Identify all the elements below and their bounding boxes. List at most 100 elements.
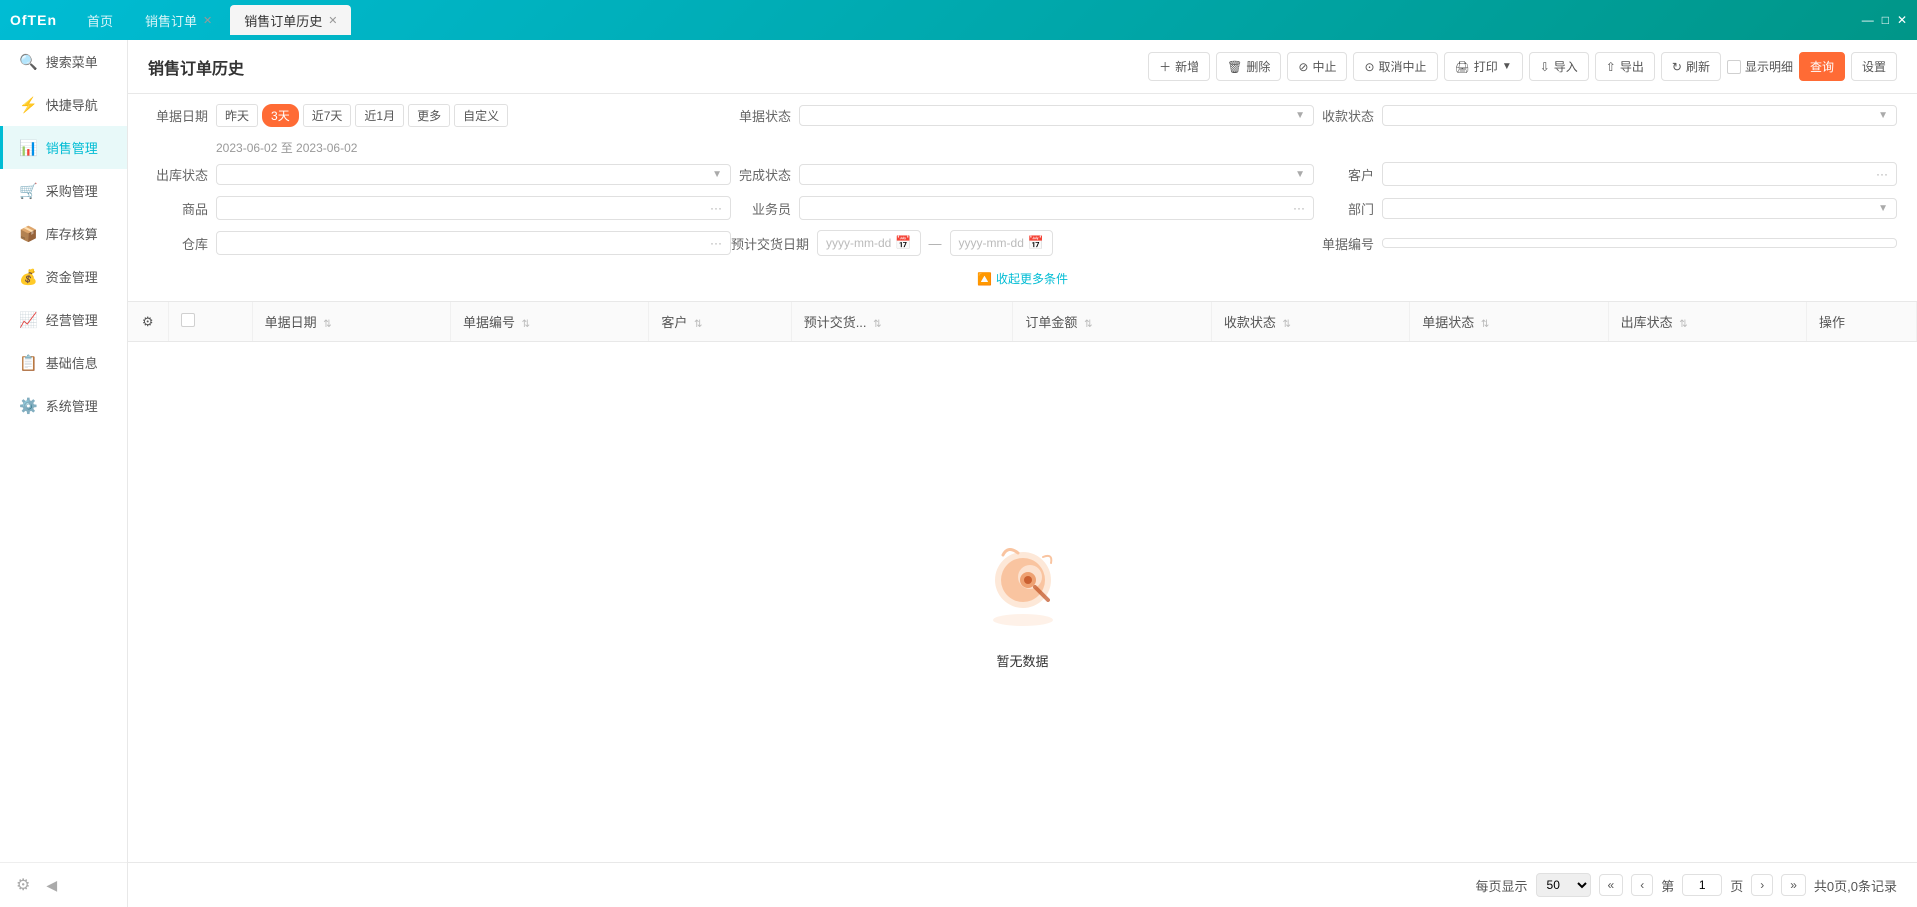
doc-status-select[interactable]: ▼ <box>799 105 1314 126</box>
tab-sales-order-history-close[interactable]: ✕ <box>328 14 337 27</box>
delivery-date-to[interactable]: yyyy-mm-dd 📅 <box>950 230 1054 256</box>
date-range-text: 2023-06-02 至 2023-06-02 <box>216 139 357 156</box>
export-icon: ⇧ <box>1606 60 1616 74</box>
import-button[interactable]: ⇩ 导入 <box>1529 52 1589 81</box>
new-button[interactable]: ＋ 新增 <box>1148 52 1210 81</box>
sidebar-item-operations[interactable]: 📈 经营管理 <box>0 298 127 341</box>
sort-doc-number-icon: ⇅ <box>522 319 530 330</box>
table-header-gear[interactable]: ⚙ <box>128 302 168 342</box>
date-field-label: 单据日期 <box>148 106 208 125</box>
sidebar-item-sales-mgmt[interactable]: 📊 销售管理 <box>0 126 127 169</box>
top-bar: OfTEn 首页 销售订单 ✕ 销售订单历史 ✕ — □ ✕ <box>0 0 1917 40</box>
page-number-input[interactable] <box>1682 874 1722 896</box>
collapse-row[interactable]: 🔼 收起更多条件 <box>148 266 1897 291</box>
customer-select[interactable]: ··· <box>1382 162 1897 186</box>
settings-button[interactable]: 设置 <box>1851 52 1897 81</box>
sidebar-item-purchase-mgmt[interactable]: 🛒 采购管理 <box>0 169 127 212</box>
complete-status-select[interactable]: ▼ <box>799 164 1314 185</box>
product-select[interactable]: ··· <box>216 196 731 220</box>
tab-sales-order-close[interactable]: ✕ <box>203 14 212 27</box>
tab-home-label: 首页 <box>87 11 113 30</box>
filter-row-4: 仓库 ··· 预计交货日期 yyyy-mm-dd 📅 — yyyy-mm-dd <box>148 230 1897 256</box>
sidebar-item-finance[interactable]: 💰 资金管理 <box>0 255 127 298</box>
warehouse-status-select[interactable]: ▼ <box>216 164 731 185</box>
maximize-icon[interactable]: □ <box>1882 13 1889 27</box>
select-all-checkbox[interactable] <box>181 313 195 327</box>
pagination-bar: 每页显示 50 10 20 100 « ‹ 第 页 › » 共0页,0条记录 <box>128 862 1917 907</box>
display-columns-label: 显示明细 <box>1745 58 1793 75</box>
print-icon: 🖨 <box>1455 60 1470 74</box>
sidebar-item-inventory-label: 库存核算 <box>46 224 98 243</box>
per-page-select[interactable]: 50 10 20 100 <box>1536 873 1591 897</box>
empty-illustration <box>973 535 1073 635</box>
date-btn-more[interactable]: 更多 <box>408 104 450 127</box>
table-header-customer[interactable]: 客户 ⇅ <box>649 302 791 342</box>
table-header-doc-status[interactable]: 单据状态 ⇅ <box>1410 302 1608 342</box>
tab-sales-order-history-label: 销售订单历史 <box>244 11 322 30</box>
date-btn-today[interactable]: 昨天 <box>216 104 258 127</box>
doc-number-input[interactable] <box>1382 238 1897 248</box>
date-btn-1month[interactable]: 近1月 <box>355 104 404 127</box>
delete-button[interactable]: 🗑 删除 <box>1216 52 1281 81</box>
empty-state: 暂无数据 <box>128 342 1917 862</box>
prev-page-btn[interactable]: ‹ <box>1631 874 1653 896</box>
date-btn-3days[interactable]: 3天 <box>262 104 299 127</box>
sidebar-item-system[interactable]: ⚙️ 系统管理 <box>0 384 127 427</box>
sidebar-item-quick-nav[interactable]: ⚡ 快捷导航 <box>0 83 127 126</box>
tab-sales-order[interactable]: 销售订单 ✕ <box>131 5 226 35</box>
main-layout: 🔍 搜索菜单 ⚡ 快捷导航 📊 销售管理 🛒 采购管理 📦 库存核算 💰 资金管… <box>0 40 1917 907</box>
stop-button[interactable]: ⊘ 中止 <box>1287 52 1347 81</box>
table-header-order-amount[interactable]: 订单金额 ⇅ <box>1013 302 1211 342</box>
display-columns-cb[interactable] <box>1727 60 1741 74</box>
refresh-label: 刷新 <box>1686 58 1710 75</box>
cancel-stop-button[interactable]: ⊙ 取消中止 <box>1353 52 1437 81</box>
warehouse-select[interactable]: ··· <box>216 231 731 255</box>
salesperson-select[interactable]: ··· <box>799 196 1314 220</box>
refresh-button[interactable]: ↻ 刷新 <box>1661 52 1721 81</box>
table-header-receipt-status[interactable]: 收款状态 ⇅ <box>1211 302 1409 342</box>
query-button[interactable]: 查询 <box>1799 52 1845 81</box>
print-button[interactable]: 🖨 打印 ▼ <box>1444 52 1523 81</box>
display-columns-checkbox[interactable]: 显示明细 <box>1727 58 1793 75</box>
stop-icon: ⊘ <box>1298 60 1308 74</box>
doc-status-label: 单据状态 <box>731 106 791 125</box>
collapse-up-icon: 🔼 <box>977 272 992 286</box>
receipt-status-select[interactable]: ▼ <box>1382 105 1897 126</box>
sidebar-item-base-info[interactable]: 📋 基础信息 <box>0 341 127 384</box>
first-page-btn[interactable]: « <box>1599 874 1624 896</box>
content-area: 销售订单历史 ＋ 新增 🗑 删除 ⊘ 中止 ⊙ <box>128 40 1917 907</box>
date-btn-7days[interactable]: 近7天 <box>303 104 352 127</box>
table-container: ⚙ 单据日期 ⇅ 单据编号 ⇅ <box>128 302 1917 862</box>
sidebar-item-search-menu-label: 搜索菜单 <box>46 52 98 71</box>
last-page-btn[interactable]: » <box>1781 874 1806 896</box>
sort-customer-icon: ⇅ <box>694 319 702 330</box>
table-header-warehouse-status[interactable]: 出库状态 ⇅ <box>1608 302 1806 342</box>
sort-warehouse-status-icon: ⇅ <box>1679 319 1687 330</box>
receipt-status-dropdown-icon: ▼ <box>1878 110 1888 121</box>
page-label: 第 <box>1661 876 1674 895</box>
sidebar-item-operations-label: 经营管理 <box>46 310 98 329</box>
minimize-icon[interactable]: — <box>1862 13 1874 27</box>
sidebar-settings-icon[interactable]: ⚙ <box>16 875 30 895</box>
export-button[interactable]: ⇧ 导出 <box>1595 52 1655 81</box>
total-label: 共0页,0条记录 <box>1814 876 1897 895</box>
search-menu-icon: 🔍 <box>19 53 38 71</box>
date-btn-custom[interactable]: 自定义 <box>454 104 508 127</box>
sidebar-item-inventory[interactable]: 📦 库存核算 <box>0 212 127 255</box>
table-header-delivery-date[interactable]: 预计交货... ⇅ <box>791 302 1013 342</box>
table-header-doc-number[interactable]: 单据编号 ⇅ <box>450 302 648 342</box>
table-header-checkbox[interactable] <box>168 302 252 342</box>
filter-row-1: 单据日期 昨天 3天 近7天 <box>148 104 1897 127</box>
tab-home[interactable]: 首页 <box>73 5 127 35</box>
delivery-date-from[interactable]: yyyy-mm-dd 📅 <box>817 230 921 256</box>
filter-item-date: 单据日期 昨天 3天 近7天 <box>148 104 731 127</box>
next-page-btn[interactable]: › <box>1751 874 1773 896</box>
sidebar-collapse-icon[interactable]: ◀ <box>46 877 57 894</box>
date-quick-btns: 昨天 3天 近7天 近1月 更多 <box>216 104 508 127</box>
close-window-icon[interactable]: ✕ <box>1897 13 1907 27</box>
department-select[interactable]: ▼ <box>1382 198 1897 219</box>
sidebar-item-system-label: 系统管理 <box>46 396 98 415</box>
table-header-doc-date[interactable]: 单据日期 ⇅ <box>252 302 450 342</box>
tab-sales-order-history[interactable]: 销售订单历史 ✕ <box>230 5 351 35</box>
sidebar-item-search-menu[interactable]: 🔍 搜索菜单 <box>0 40 127 83</box>
